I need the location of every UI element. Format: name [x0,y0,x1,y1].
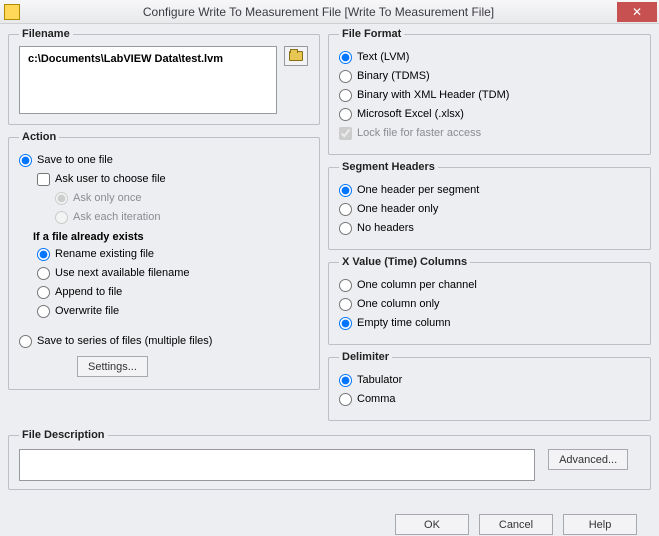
help-button[interactable]: Help [563,514,637,535]
overwrite-radio[interactable] [37,305,50,318]
settings-button[interactable]: Settings... [77,356,148,377]
delim-comma-label: Comma [357,393,396,405]
use-next-label: Use next available filename [55,267,190,279]
folder-icon [289,51,303,61]
save-series-label: Save to series of files (multiple files) [37,335,212,347]
close-icon: ✕ [632,5,642,19]
seg-one-only-label: One header only [357,203,438,215]
ask-user-label: Ask user to choose file [55,173,166,185]
x-value-legend: X Value (Time) Columns [339,256,470,268]
format-binary-radio[interactable] [339,70,352,83]
dialog-footer: OK Cancel Help [0,496,659,535]
append-radio[interactable] [37,286,50,299]
filename-group: Filename c:\Documents\LabVIEW Data\test.… [8,28,320,125]
ask-once-label: Ask only once [73,192,141,204]
format-text-radio[interactable] [339,51,352,64]
delim-comma-radio[interactable] [339,393,352,406]
use-next-radio[interactable] [37,267,50,280]
ask-each-label: Ask each iteration [73,211,160,223]
save-one-label: Save to one file [37,154,113,166]
x-value-group: X Value (Time) Columns One column per ch… [328,256,651,345]
advanced-button[interactable]: Advanced... [548,449,628,470]
file-description-group: File Description Advanced... [8,429,651,490]
format-excel-label: Microsoft Excel (.xlsx) [357,108,464,120]
file-description-legend: File Description [19,429,108,441]
rename-label: Rename existing file [55,248,154,260]
action-group: Action Save to one file Ask user to choo… [8,131,320,390]
seg-one-per-radio[interactable] [339,184,352,197]
close-button[interactable]: ✕ [617,2,657,22]
x-one-only-label: One column only [357,298,440,310]
filename-input[interactable]: c:\Documents\LabVIEW Data\test.lvm [19,46,277,114]
seg-one-per-label: One header per segment [357,184,479,196]
cancel-button[interactable]: Cancel [479,514,553,535]
format-text-label: Text (LVM) [357,51,409,63]
ok-button[interactable]: OK [395,514,469,535]
delim-tab-label: Tabulator [357,374,402,386]
browse-button[interactable] [284,46,308,66]
delim-tab-radio[interactable] [339,374,352,387]
seg-one-only-radio[interactable] [339,203,352,216]
file-exists-heading: If a file already exists [33,231,309,243]
file-description-input[interactable] [19,449,535,481]
x-empty-radio[interactable] [339,317,352,330]
overwrite-label: Overwrite file [55,305,119,317]
delimiter-legend: Delimiter [339,351,392,363]
x-per-channel-radio[interactable] [339,279,352,292]
append-label: Append to file [55,286,122,298]
window-title: Configure Write To Measurement File [Wri… [20,5,617,19]
seg-none-label: No headers [357,222,414,234]
format-excel-radio[interactable] [339,108,352,121]
format-binary-xml-radio[interactable] [339,89,352,102]
file-format-group: File Format Text (LVM) Binary (TDMS) Bin… [328,28,651,155]
seg-none-radio[interactable] [339,222,352,235]
lock-file-label: Lock file for faster access [357,127,481,139]
delimiter-group: Delimiter Tabulator Comma [328,351,651,421]
ask-each-radio [55,211,68,224]
save-series-radio[interactable] [19,335,32,348]
rename-radio[interactable] [37,248,50,261]
app-icon [4,4,20,20]
file-format-legend: File Format [339,28,404,40]
format-binary-xml-label: Binary with XML Header (TDM) [357,89,509,101]
titlebar: Configure Write To Measurement File [Wri… [0,0,659,24]
segment-headers-legend: Segment Headers [339,161,438,173]
save-one-radio[interactable] [19,154,32,167]
x-one-only-radio[interactable] [339,298,352,311]
ask-once-radio [55,192,68,205]
segment-headers-group: Segment Headers One header per segment O… [328,161,651,250]
ask-user-checkbox[interactable] [37,173,50,186]
x-empty-label: Empty time column [357,317,451,329]
action-legend: Action [19,131,59,143]
format-binary-label: Binary (TDMS) [357,70,430,82]
x-per-channel-label: One column per channel [357,279,477,291]
filename-legend: Filename [19,28,73,40]
lock-file-checkbox [339,127,352,140]
